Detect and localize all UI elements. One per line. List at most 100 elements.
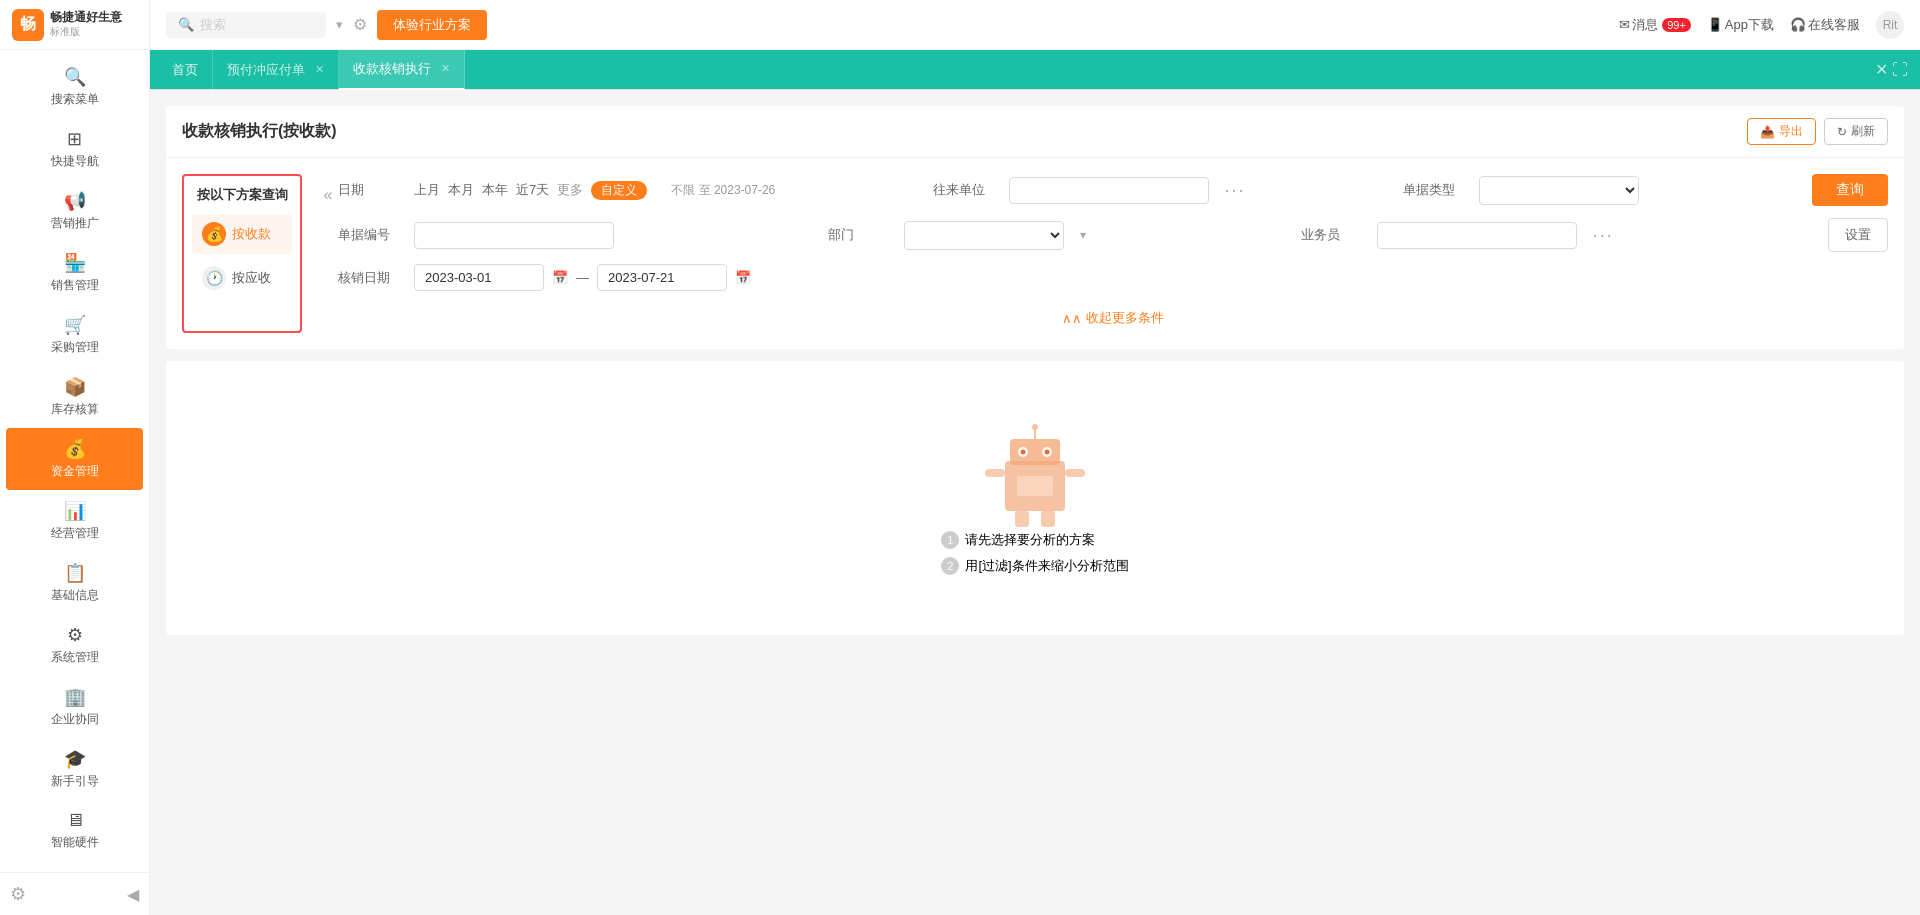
topbar-left: 🔍 搜索 ▾ ⚙ 体验行业方案 xyxy=(166,10,487,40)
sidebar-item-purchase[interactable]: 🛒采购管理 xyxy=(0,304,149,366)
setting-button[interactable]: 设置 xyxy=(1828,218,1888,252)
sidebar-item-marketing[interactable]: 📢 营销推广 xyxy=(0,180,149,242)
date-no-limit: 不限 至 2023-07-26 xyxy=(671,182,775,199)
tab-expand-button[interactable]: ⛶ xyxy=(1892,61,1908,79)
nav-label-marketing: 营销推广 xyxy=(51,215,99,232)
sidebar-item-inventory[interactable]: 📦库存核算 xyxy=(0,366,149,428)
collapse-more-icon: ∧∧ xyxy=(1062,311,1082,326)
doc-type-select[interactable] xyxy=(1479,176,1639,205)
query-button[interactable]: 查询 xyxy=(1812,174,1888,206)
settings-icon[interactable]: ⚙ xyxy=(10,883,26,905)
logo-subtitle: 标准版 xyxy=(50,25,122,39)
logo-title: 畅捷通好生意 xyxy=(50,10,122,24)
sidebar-item-quick-nav[interactable]: ⊞快捷导航 xyxy=(0,118,149,180)
query-type-receivable-icon: 🕐 xyxy=(202,266,226,290)
query-type-by-collection[interactable]: 💰 按收款 xyxy=(192,214,292,254)
sidebar-item-enterprise[interactable]: 🏢 企业协同 xyxy=(0,676,149,738)
staff-input[interactable] xyxy=(1377,222,1577,249)
sidebar-item-system[interactable]: ⚙系统管理 xyxy=(0,614,149,676)
date-opt-custom[interactable]: 自定义 xyxy=(591,181,647,200)
tip-text-2: 用[过滤]条件来缩小分析范围 xyxy=(965,557,1128,575)
nav-label-enterprise: 企业协同 xyxy=(51,711,99,728)
content-area: 收款核销执行(按收款) 📤 导出 ↻ 刷新 按以下方案查询 💰 xyxy=(150,90,1920,915)
nav-icon-enterprise: 🏢 xyxy=(64,686,86,708)
write-off-date-end-input[interactable] xyxy=(597,264,727,291)
sidebar-item-basic-info[interactable]: 📋基础信息 xyxy=(0,552,149,614)
tab-prepay-close-icon[interactable]: ✕ xyxy=(315,63,324,76)
page-title: 收款核销执行(按收款) xyxy=(182,121,337,142)
sidebar-item-search[interactable]: 🔍搜索菜单 xyxy=(0,56,149,118)
date-opt-last-month[interactable]: 上月 xyxy=(414,181,440,199)
dept-arrow-icon: ▾ xyxy=(1080,228,1086,242)
date-opt-this-month[interactable]: 本月 xyxy=(448,181,474,199)
filter-row-2: 单据编号 部门 ▾ 业务员 ··· 设置 xyxy=(338,218,1888,252)
date-range-separator: — xyxy=(576,270,589,285)
app-download-item[interactable]: 📱 App下载 xyxy=(1707,16,1774,34)
user-avatar[interactable]: Rit xyxy=(1876,11,1904,39)
query-panel-wrap: 按以下方案查询 💰 按收款 🕐 按应收 « 日期 xyxy=(182,174,1888,333)
sidebar-item-sales[interactable]: 🏪销售管理 xyxy=(0,242,149,304)
nav-icon-sales: 🏪 xyxy=(64,252,86,274)
logo-text: 畅捷通好生意 标准版 xyxy=(50,10,122,38)
app-download-icon: 📱 xyxy=(1707,17,1723,32)
sidebar-item-finance[interactable]: 💰资金管理 xyxy=(6,428,143,490)
dept-label: 部门 xyxy=(828,226,888,244)
dept-select[interactable] xyxy=(904,221,1064,250)
topbar: 🔍 搜索 ▾ ⚙ 体验行业方案 ✉ 消息 99+ 📱 App下载 🎧 在线客服 … xyxy=(150,0,1920,50)
solution-button[interactable]: 体验行业方案 xyxy=(377,10,487,40)
message-badge: 99+ xyxy=(1662,18,1691,32)
tab-home-label: 首页 xyxy=(172,61,198,79)
filter-row-1: 日期 上月 本月 本年 近7天 更多 自定义 不限 至 2023-07-26 xyxy=(338,174,1888,206)
tab-prepay[interactable]: 预付冲应付单 ✕ xyxy=(213,50,339,90)
empty-illustration xyxy=(975,421,1095,531)
gear-icon[interactable]: ⚙ xyxy=(353,15,367,34)
query-panel-title: 按以下方案查询 xyxy=(192,186,292,204)
search-placeholder: 搜索 xyxy=(200,16,226,34)
date-opt-7days[interactable]: 近7天 xyxy=(516,181,549,199)
nav-label-system: 系统管理 xyxy=(51,649,99,666)
date-label: 日期 xyxy=(338,181,398,199)
calendar-start-icon[interactable]: 📅 xyxy=(552,270,568,285)
online-service-item[interactable]: 🎧 在线客服 xyxy=(1790,16,1860,34)
query-type-by-receivable[interactable]: 🕐 按应收 xyxy=(192,258,292,298)
write-off-date-start-input[interactable] xyxy=(414,264,544,291)
collapse-sidebar-icon[interactable]: ◀ xyxy=(127,885,139,904)
dropdown-icon[interactable]: ▾ xyxy=(336,17,343,32)
query-type-collection-label: 按收款 xyxy=(232,225,271,243)
sidebar-item-guide[interactable]: 🎓新手引导 xyxy=(0,738,149,800)
right-filter: 日期 上月 本月 本年 近7天 更多 自定义 不限 至 2023-07-26 xyxy=(338,174,1888,333)
date-opt-this-year[interactable]: 本年 xyxy=(482,181,508,199)
sidebar-item-wechat[interactable]: 💬企业微信 xyxy=(0,861,149,872)
date-opt-more[interactable]: 更多 xyxy=(557,181,583,199)
message-item[interactable]: ✉ 消息 99+ xyxy=(1619,16,1691,34)
collapse-more-button[interactable]: ∧∧ 收起更多条件 xyxy=(338,303,1888,333)
partner-label: 往来单位 xyxy=(933,181,993,199)
partner-dots-icon[interactable]: ··· xyxy=(1225,180,1246,201)
sidebar-item-operation[interactable]: 📊经营管理 xyxy=(0,490,149,552)
tab-collection-close-icon[interactable]: ✕ xyxy=(441,62,450,75)
sidebar-item-hardware[interactable]: 🖥智能硬件 xyxy=(0,800,149,861)
partner-input[interactable] xyxy=(1009,177,1209,204)
search-icon: 🔍 xyxy=(178,17,194,32)
nav-icon-search: 🔍 xyxy=(64,66,86,88)
query-type-panel: 按以下方案查询 💰 按收款 🕐 按应收 xyxy=(182,174,302,333)
tab-actions: ✕ ⛶ xyxy=(1875,60,1920,79)
export-button[interactable]: 📤 导出 xyxy=(1747,118,1816,145)
nav-icon-guide: 🎓 xyxy=(64,748,86,770)
tab-home[interactable]: 首页 xyxy=(158,50,213,90)
refresh-button[interactable]: ↻ 刷新 xyxy=(1824,118,1888,145)
staff-dots-icon[interactable]: ··· xyxy=(1593,225,1614,246)
svg-rect-1 xyxy=(1010,439,1060,465)
service-label: 在线客服 xyxy=(1808,16,1860,34)
nav-label-inventory: 库存核算 xyxy=(51,401,99,418)
empty-tips: 1 请先选择要分析的方案 2 用[过滤]条件来缩小分析范围 xyxy=(941,531,1128,575)
collapse-panel-button[interactable]: « xyxy=(318,174,338,333)
nav-icon-finance: 💰 xyxy=(64,438,86,460)
nav-icon-operation: 📊 xyxy=(64,500,86,522)
doc-no-input[interactable] xyxy=(414,222,614,249)
nav-icon-marketing: 📢 xyxy=(64,190,86,212)
topbar-search-area[interactable]: 🔍 搜索 xyxy=(166,12,326,38)
tab-close-all-button[interactable]: ✕ xyxy=(1875,60,1888,79)
tab-collection[interactable]: 收款核销执行 ✕ xyxy=(339,50,465,90)
calendar-end-icon[interactable]: 📅 xyxy=(735,270,751,285)
